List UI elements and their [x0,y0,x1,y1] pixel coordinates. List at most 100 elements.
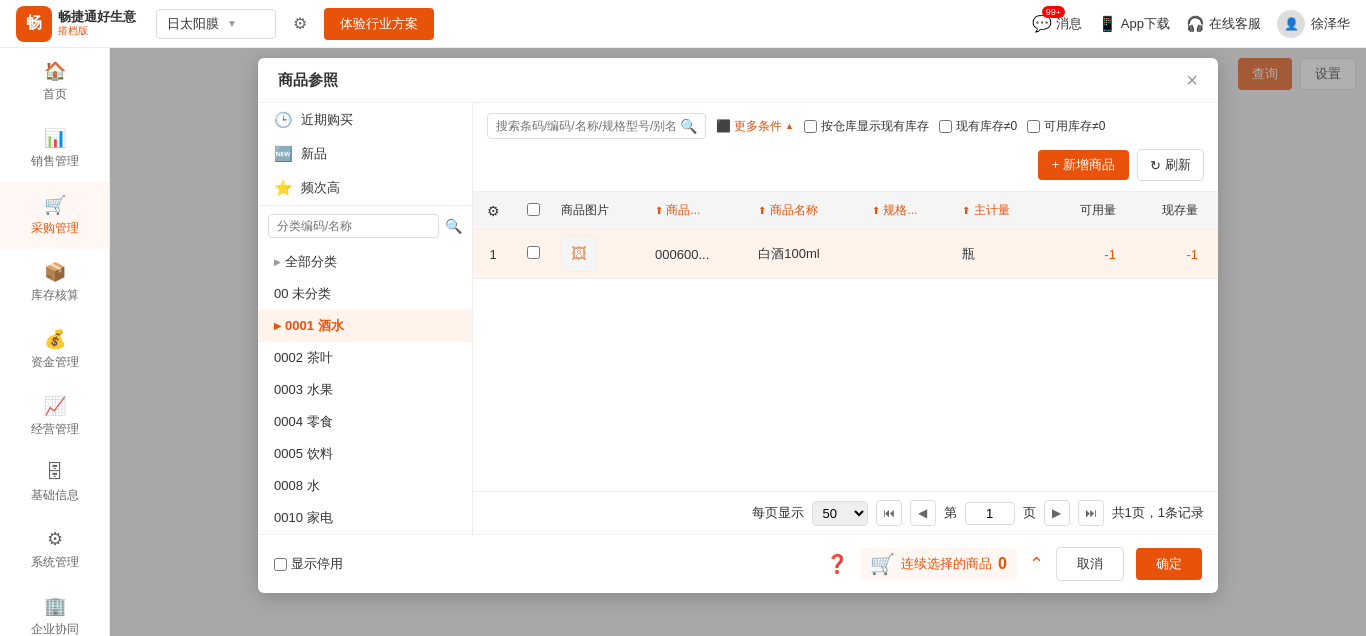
nav-frequent[interactable]: ⭐ 频次高 [258,171,472,205]
show-disabled-checkbox-input[interactable] [274,558,287,571]
cat-label-0010: 0010 家电 [274,510,333,525]
modal-header: 商品参照 × [258,58,1218,103]
chevron-down-icon: ▼ [227,18,237,29]
checkbox-warehouse[interactable]: 按仓库显示现有库存 [804,118,929,135]
nav-new-label: 新品 [301,145,327,163]
show-disabled-checkbox[interactable]: 显示停用 [274,555,343,573]
select-all-checkbox[interactable] [527,203,540,216]
operation-icon: 📈 [44,395,66,417]
modal-body: 🕒 近期购买 🆕 新品 ⭐ 频次高 [258,103,1218,534]
finance-icon: 💰 [44,328,66,350]
add-product-button[interactable]: + 新增商品 [1038,150,1129,180]
cat-item-0004[interactable]: 0004 零食 [258,406,472,438]
cat-label-0005: 0005 饮料 [274,446,333,461]
col-spec-label: 规格... [883,203,917,217]
product-search-input[interactable] [496,119,676,133]
cart-area[interactable]: 🛒 连续选择的商品 0 [860,548,1017,580]
cell-checkbox[interactable] [513,230,553,279]
cat-item-0005[interactable]: 0005 饮料 [258,438,472,470]
sidebar-item-finance[interactable]: 💰 资金管理 [0,316,109,383]
sidebar-item-home[interactable]: 🏠 首页 [0,48,109,115]
col-unit-sort-icon: ⬆ [962,205,970,216]
refresh-icon: ↻ [1150,158,1161,173]
modal-footer: 显示停用 ❓ 🛒 连续选择的商品 0 ⌃ 取消 确定 [258,534,1218,593]
usable-checkbox-input[interactable] [1027,120,1040,133]
col-settings-header[interactable]: ⚙ [473,192,513,230]
topbar-right: 💬 99+ 消息 📱 App下载 🎧 在线客服 👤 徐泽华 [1032,10,1350,38]
col-code-header[interactable]: ⬆ 商品... [647,192,750,230]
cat-item-0003[interactable]: 0003 水果 [258,374,472,406]
app-label: App下载 [1121,15,1170,33]
trial-button[interactable]: 体验行业方案 [324,8,434,40]
col-checkbox-header[interactable] [513,192,553,230]
category-search-icon[interactable]: 🔍 [445,218,462,234]
collapse-cart-icon[interactable]: ⌃ [1029,553,1044,575]
main-content: 查询 设置 商品参照 × [110,48,1366,636]
col-spec-sort-icon: ⬆ [872,205,880,216]
page-first-button[interactable]: ⏮ [876,500,902,526]
modal-close-button[interactable]: × [1186,70,1198,90]
online-service[interactable]: 🎧 在线客服 [1186,15,1261,33]
basic-icon: 🗄 [46,462,64,483]
col-unit-header[interactable]: ⬆ 主计量 [954,192,1047,230]
chevron-up-icon: ▲ [785,121,794,131]
table-row[interactable]: 1 🖼 [473,230,1218,279]
nav-new[interactable]: 🆕 新品 [258,137,472,171]
sales-icon: 📊 [44,127,66,149]
row-checkbox[interactable] [527,246,540,259]
logo-sub: 搭档版 [58,24,136,38]
page-next-button[interactable]: ▶ [1044,500,1070,526]
filter-button[interactable]: ⬛ 更多条件 ▲ [716,118,794,135]
settings-gear-icon[interactable]: ⚙ [487,203,500,219]
cat-label-00: 00 未分类 [274,286,331,301]
col-spec-header[interactable]: ⬆ 规格... [864,192,954,230]
available-checkbox-label: 现有库存≠0 [956,118,1017,135]
sidebar-label-home: 首页 [43,86,67,103]
sidebar-item-enterprise[interactable]: 🏢 企业协同 [0,583,109,636]
col-name-header[interactable]: ⬆ 商品名称 [750,192,864,230]
category-search-input[interactable] [268,214,439,238]
purchase-icon: 🛒 [44,194,66,216]
cell-unit: 瓶 [954,230,1047,279]
checkbox-available[interactable]: 现有库存≠0 [939,118,1017,135]
cat-item-00[interactable]: 00 未分类 [258,278,472,310]
sidebar-item-system[interactable]: ⚙ 系统管理 [0,516,109,583]
sidebar-item-purchase[interactable]: 🛒 采购管理 [0,182,109,249]
cat-item-0002[interactable]: 0002 茶叶 [258,342,472,374]
per-page-select[interactable]: 50 10 20 100 [812,501,868,526]
sidebar-item-sales[interactable]: 📊 销售管理 [0,115,109,182]
user-area[interactable]: 👤 徐泽华 [1277,10,1350,38]
table-container: ⚙ 商品图片 [473,192,1218,491]
page-number-input[interactable] [965,502,1015,525]
cat-item-all[interactable]: ▶ 全部分类 [258,246,472,278]
arrow-icon-all: ▶ [274,257,281,267]
settings-button[interactable]: ⚙ [284,8,316,40]
modal-overlay: 商品参照 × 🕒 近期购买 🆕 [110,48,1366,636]
cat-item-0001[interactable]: ▶ 0001 酒水 [258,310,472,342]
help-icon[interactable]: ❓ [826,553,848,575]
cancel-button[interactable]: 取消 [1056,547,1124,581]
checkbox-usable[interactable]: 可用库存≠0 [1027,118,1105,135]
topbar: 畅 畅捷通好生意 搭档版 日太阳膜 ▼ ⚙ 体验行业方案 💬 99+ 消息 📱 … [0,0,1366,48]
message-notif[interactable]: 💬 99+ 消息 [1032,14,1082,33]
app-download[interactable]: 📱 App下载 [1098,15,1170,33]
arrow-icon-0001: ▶ [274,321,281,331]
store-selector[interactable]: 日太阳膜 ▼ [156,9,276,39]
available-checkbox-input[interactable] [939,120,952,133]
refresh-button[interactable]: ↻ 刷新 [1137,149,1204,181]
cat-item-0010[interactable]: 0010 家电 [258,502,472,534]
nav-recent[interactable]: 🕒 近期购买 [258,103,472,137]
sidebar-item-inventory[interactable]: 📦 库存核算 [0,249,109,316]
page-prev-button[interactable]: ◀ [910,500,936,526]
page-last-button[interactable]: ⏭ [1078,500,1104,526]
confirm-button[interactable]: 确定 [1136,548,1202,580]
warehouse-checkbox-input[interactable] [804,120,817,133]
col-stock-header: 现存量 [1124,192,1218,230]
user-name: 徐泽华 [1311,15,1350,33]
search-icon[interactable]: 🔍 [680,118,697,134]
home-icon: 🏠 [44,60,66,82]
sidebar-item-basic[interactable]: 🗄 基础信息 [0,450,109,516]
cat-item-0008[interactable]: 0008 水 [258,470,472,502]
sidebar-item-operation[interactable]: 📈 经营管理 [0,383,109,450]
col-image-header: 商品图片 [553,192,647,230]
